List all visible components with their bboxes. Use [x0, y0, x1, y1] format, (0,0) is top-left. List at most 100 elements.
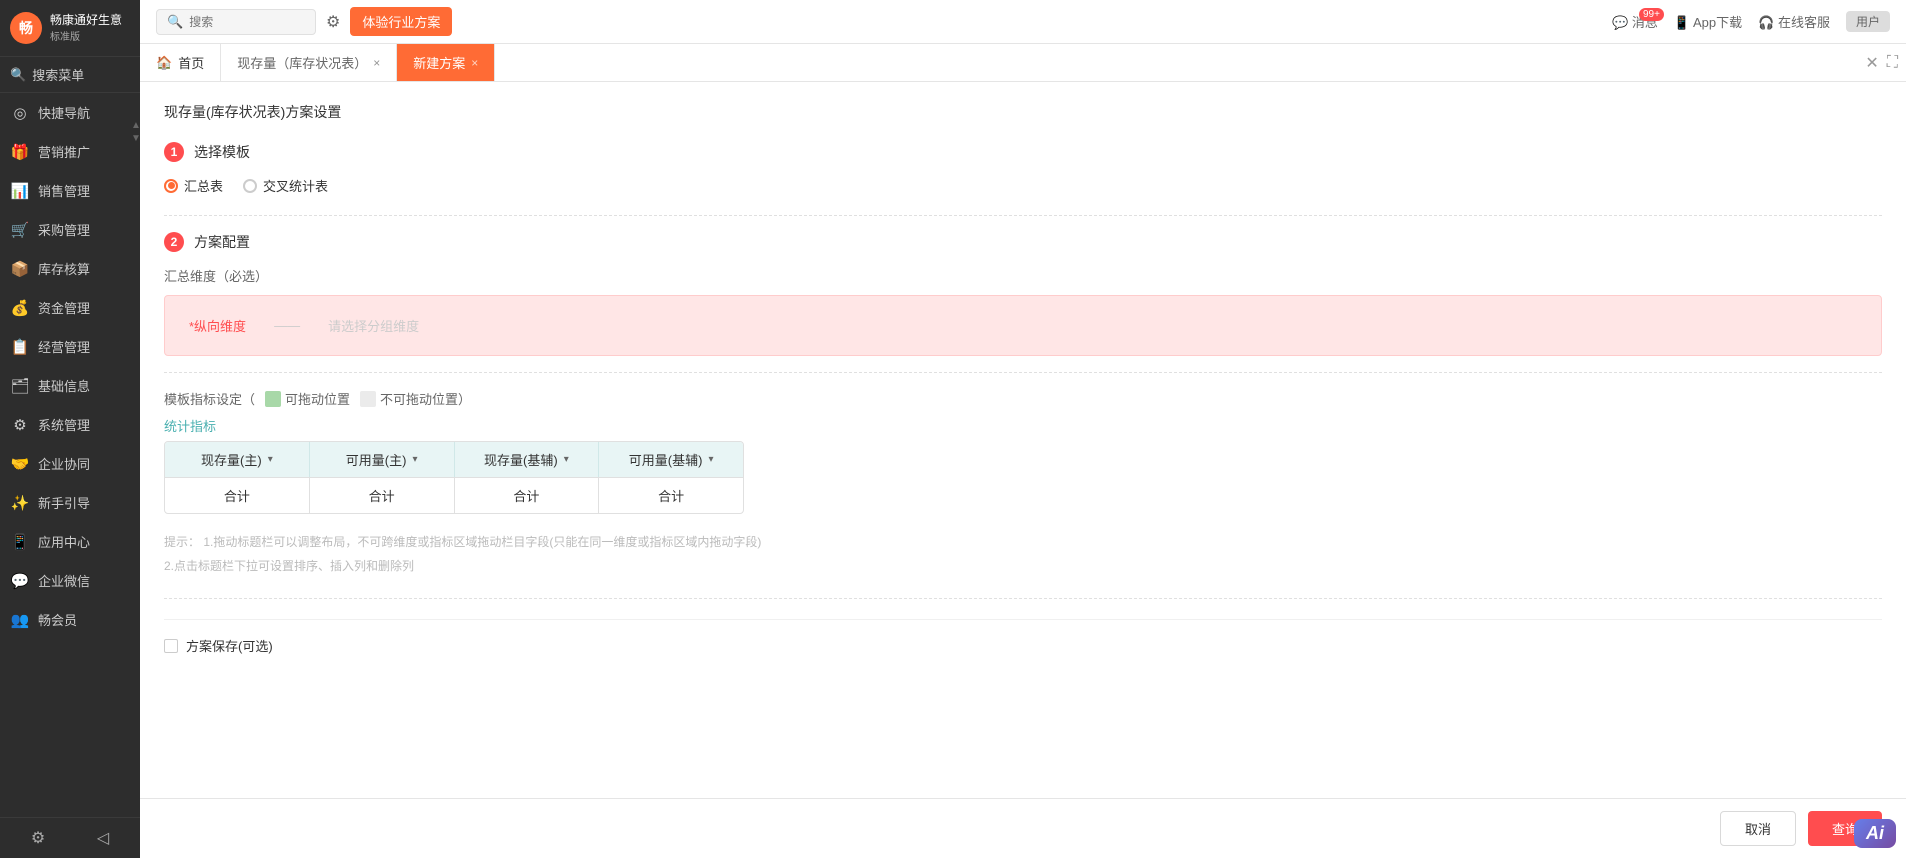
divider-2 [164, 372, 1882, 373]
metrics-table: 现存量(主) ▾ 可用量(主) ▾ 现存量(基辅) ▾ 可用量(基辅) [164, 441, 744, 514]
sales-icon: 📊 [10, 182, 30, 200]
sidebar-label-sales: 销售管理 [38, 181, 90, 200]
dimension-row[interactable]: *纵向维度 —— 请选择分组维度 [164, 295, 1882, 356]
sidebar-item-guide[interactable]: ✨ 新手引导 [0, 483, 140, 522]
col-header-3[interactable]: 可用量(基辅) ▾ [599, 442, 743, 477]
search-icon: 🔍 [10, 67, 26, 83]
tabbar-actions: ✕ ⛶ [1865, 53, 1906, 73]
no-drag-box-icon [360, 391, 376, 407]
content-area: 现存量(库存状况表)方案设置 1 选择模板 汇总表 交叉统计表 [140, 82, 1906, 798]
topbar-search-input[interactable] [189, 15, 289, 29]
messages-badge-container[interactable]: 💬 消息 99+ [1612, 12, 1658, 31]
sidebar-item-wechat[interactable]: 💬 企业微信 [0, 561, 140, 600]
topbar-settings-icon[interactable]: ⚙ [326, 12, 340, 32]
sidebar-label-enterprise: 企业协同 [38, 454, 90, 473]
radio-cross [243, 179, 257, 193]
sidebar-nav: ◎ 快捷导航 🎁 营销推广 📊 销售管理 🛒 采购管理 📦 库存核算 💰 资金管… [0, 93, 140, 817]
sidebar-item-marketing[interactable]: 🎁 营销推广 [0, 132, 140, 171]
headset-icon: 🎧 [1758, 15, 1774, 30]
basic-icon: 🗂 [10, 377, 30, 395]
sidebar-item-sales[interactable]: 📊 销售管理 [0, 171, 140, 210]
step1-title: 选择模板 [194, 142, 250, 162]
sidebar-item-app-center[interactable]: 📱 应用中心 [0, 522, 140, 561]
topbar: 🔍 ⚙ 体验行业方案 💬 消息 99+ 📱 App下载 🎧 在线客服 用户 [140, 0, 1906, 44]
drag-label: 可拖动位置 [285, 389, 350, 408]
sidebar-label-finance: 资金管理 [38, 298, 90, 317]
col-data-1: 合计 [310, 478, 455, 513]
online-service-link[interactable]: 🎧 在线客服 [1758, 12, 1830, 31]
sidebar-item-operations[interactable]: 📋 经营管理 [0, 327, 140, 366]
operations-icon: 📋 [10, 338, 30, 356]
footer-bar: 取消 查询 [140, 798, 1906, 858]
ai-badge[interactable]: Ai [1854, 819, 1896, 848]
option-cross[interactable]: 交叉统计表 [243, 176, 328, 195]
tab-home-label: 首页 [178, 53, 204, 72]
save-checkbox[interactable] [164, 639, 178, 653]
sidebar-item-basic[interactable]: 🗂 基础信息 [0, 366, 140, 405]
metrics-data-row: 合计 合计 合计 合计 [165, 477, 743, 513]
step1-badge: 1 [164, 142, 184, 162]
col-label-3: 可用量(基辅) [629, 450, 703, 469]
tab-inventory-status[interactable]: 现存量（库存状况表） × [221, 44, 397, 81]
metrics-header-row: 现存量(主) ▾ 可用量(主) ▾ 现存量(基辅) ▾ 可用量(基辅) [165, 442, 743, 477]
guide-icon: ✨ [10, 494, 30, 512]
topbar-search-box[interactable]: 🔍 [156, 9, 316, 35]
no-drag-label: 不可拖动位置） [380, 389, 471, 408]
sidebar-item-inventory[interactable]: 📦 库存核算 [0, 249, 140, 288]
dim-dash: —— [274, 318, 300, 333]
drag-box-icon [265, 391, 281, 407]
sidebar-item-purchase[interactable]: 🛒 采购管理 [0, 210, 140, 249]
tab-new-plan-close[interactable]: × [471, 56, 478, 70]
col-header-2[interactable]: 现存量(基辅) ▾ [455, 442, 600, 477]
app-logo: 畅 畅康通好生意 标准版 [0, 0, 140, 57]
sidebar-label-quick-nav: 快捷导航 [38, 103, 90, 122]
col-data-0: 合计 [165, 478, 310, 513]
topbar-right: 💬 消息 99+ 📱 App下载 🎧 在线客服 用户 [1612, 11, 1890, 32]
sidebar-item-enterprise[interactable]: 🤝 企业协同 [0, 444, 140, 483]
no-drag-indicator: 不可拖动位置） [360, 389, 471, 408]
tab-new-plan[interactable]: 新建方案 × [397, 44, 495, 81]
option-summary-label: 汇总表 [184, 176, 223, 195]
step1-section: 1 选择模板 汇总表 交叉统计表 [164, 142, 1882, 195]
step2-header: 2 方案配置 [164, 232, 1882, 252]
volume-button[interactable]: ◁ [97, 828, 109, 848]
divider-1 [164, 215, 1882, 216]
sidebar-bottom: ⚙ ◁ [0, 817, 140, 858]
option-summary[interactable]: 汇总表 [164, 176, 223, 195]
tab-close-all-icon[interactable]: ✕ [1865, 53, 1878, 73]
settings-button[interactable]: ⚙ [31, 828, 45, 848]
col-header-1[interactable]: 可用量(主) ▾ [310, 442, 455, 477]
messages-count: 99+ [1639, 8, 1664, 21]
app-download-link[interactable]: 📱 App下载 [1674, 12, 1742, 31]
tab-expand-icon[interactable]: ⛶ [1887, 54, 1898, 72]
marketing-icon: 🎁 [10, 143, 30, 161]
industry-plan-button[interactable]: 体验行业方案 [350, 7, 452, 36]
save-label: 方案保存(可选) [186, 636, 273, 655]
sidebar-item-system[interactable]: ⚙ 系统管理 [0, 405, 140, 444]
col-chevron-1: ▾ [412, 454, 417, 465]
col-data-2: 合计 [455, 478, 600, 513]
dim-placeholder: 请选择分组维度 [328, 316, 419, 335]
sidebar-label-app-center: 应用中心 [38, 532, 90, 551]
step1-header: 1 选择模板 [164, 142, 1882, 162]
user-avatar[interactable]: 用户 [1846, 11, 1890, 32]
message-icon: 💬 [1612, 15, 1628, 30]
cancel-button[interactable]: 取消 [1720, 811, 1796, 846]
tab-inventory-close[interactable]: × [373, 56, 380, 70]
sidebar-item-finance[interactable]: 💰 资金管理 [0, 288, 140, 327]
step2-badge: 2 [164, 232, 184, 252]
col-data-3: 合计 [599, 478, 743, 513]
home-icon: 🏠 [156, 55, 172, 71]
sidebar-item-member[interactable]: 👥 畅会员 [0, 600, 140, 639]
sidebar-search[interactable]: 🔍 搜索菜单 [0, 57, 140, 93]
col-chevron-3: ▾ [708, 454, 713, 465]
topbar-left: 🔍 ⚙ 体验行业方案 [156, 7, 452, 36]
tab-home[interactable]: 🏠 首页 [140, 44, 221, 81]
col-header-0[interactable]: 现存量(主) ▾ [165, 442, 310, 477]
sidebar-item-quick-nav[interactable]: ◎ 快捷导航 [0, 93, 140, 132]
main-area: 🔍 ⚙ 体验行业方案 💬 消息 99+ 📱 App下载 🎧 在线客服 用户 [140, 0, 1906, 858]
inventory-icon: 📦 [10, 260, 30, 278]
step2-title: 方案配置 [194, 232, 250, 252]
radio-summary [164, 179, 178, 193]
member-icon: 👥 [10, 611, 30, 629]
